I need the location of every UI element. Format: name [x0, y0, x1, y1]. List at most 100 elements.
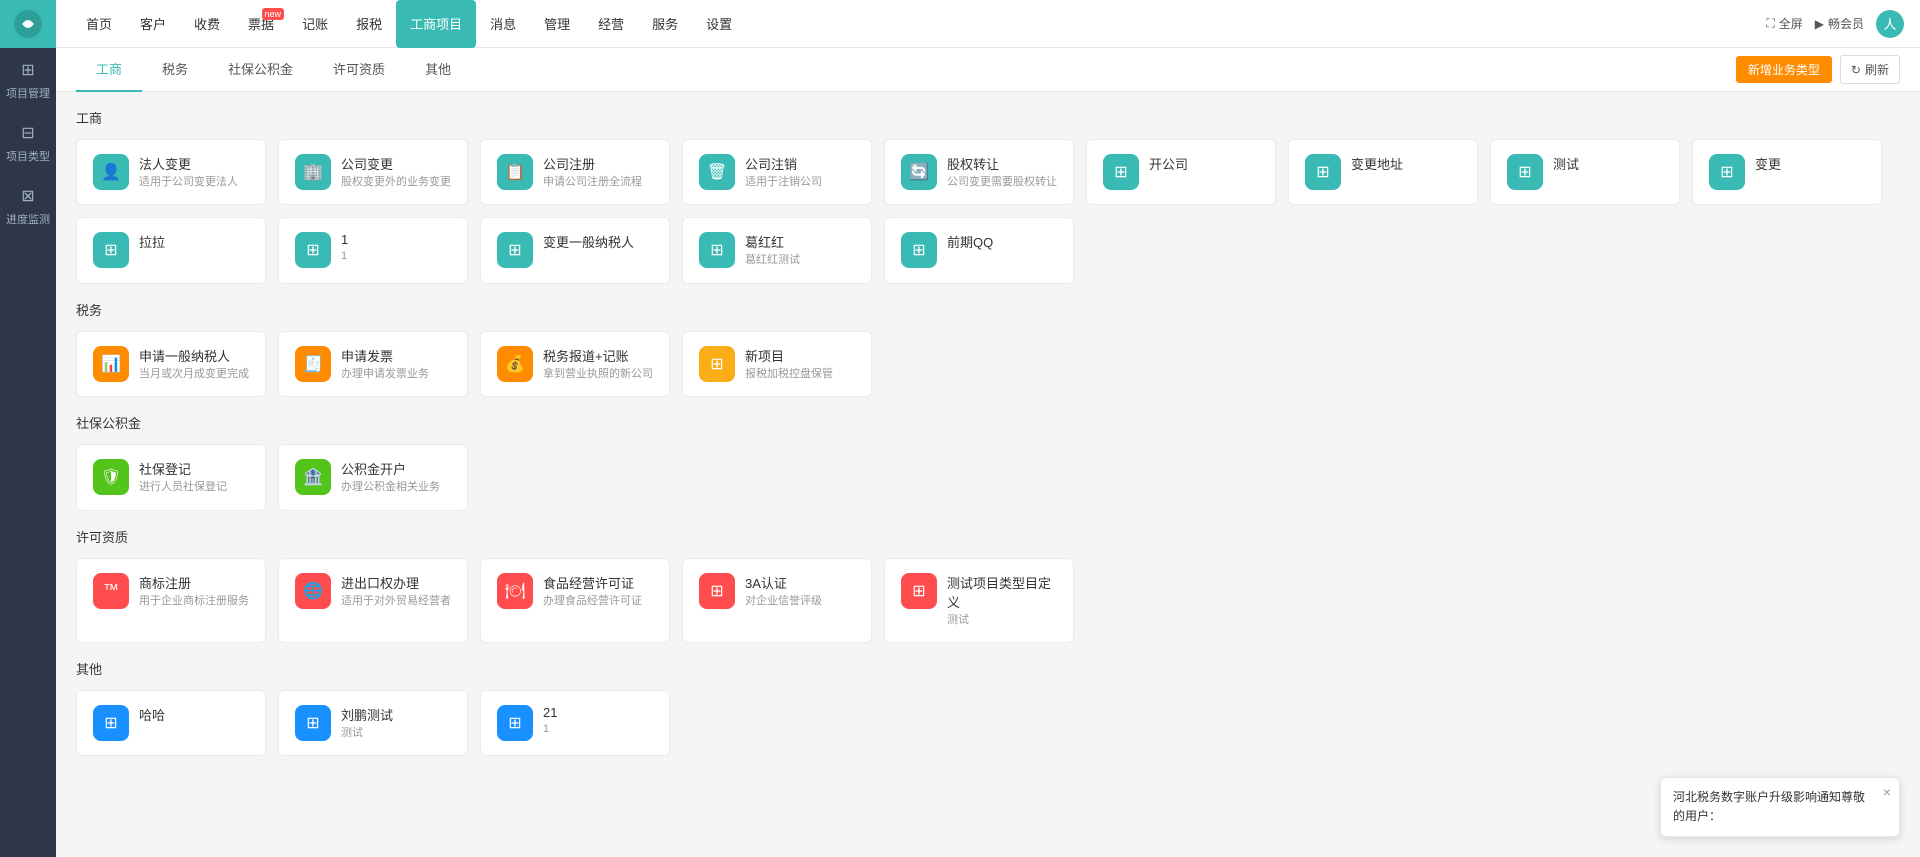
card-icon-food-license: 🍽 — [497, 573, 533, 609]
sidebar-item-progress-monitor[interactable]: ⊠ 进度监测 — [0, 174, 56, 237]
card-apply-taxpayer[interactable]: 📊 申请一般纳税人 当月或次月成变更完成 — [76, 331, 266, 397]
section-title-license: 许可资质 — [76, 527, 1900, 546]
other-cards: ⊞ 哈哈 ⊞ 刘鹏测试 测试 ⊞ — [76, 690, 1900, 756]
card-icon-company-register: 📋 — [497, 154, 533, 190]
tabs-bar: 工商 税务 社保公积金 许可资质 其他 新增业务类型 ↻ 刷新 — [56, 48, 1920, 92]
card-company-cancel[interactable]: 🗑 公司注销 适用于注销公司 — [682, 139, 872, 205]
bizwork-cards: 👤 法人变更 适用于公司变更法人 🏢 公司变更 股权变更外的业务变更 — [76, 139, 1900, 284]
page-content: 工商 👤 法人变更 适用于公司变更法人 🏢 公司变更 — [56, 92, 1920, 780]
card-icon-lala: ⊞ — [93, 232, 129, 268]
card-haha[interactable]: ⊞ 哈哈 — [76, 690, 266, 756]
notification-close[interactable]: × — [1883, 784, 1891, 800]
card-test-type-def[interactable]: ⊞ 测试项目类型目定义 测试 — [884, 558, 1074, 643]
tax-cards: 📊 申请一般纳税人 当月或次月成变更完成 🧾 申请发票 办理申请发票业务 — [76, 331, 1900, 397]
card-icon-haha: ⊞ — [93, 705, 129, 741]
topnav-finance[interactable]: 经营 — [584, 0, 638, 48]
card-icon-num1: ⊞ — [295, 232, 331, 268]
social-cards: 🛡 社保登记 进行人员社保登记 🏦 公积金开户 办理公积金相关业务 — [76, 444, 1900, 510]
card-icon-import-export: 🌐 — [295, 573, 331, 609]
topnav-ticket[interactable]: 票据 new — [234, 0, 288, 48]
license-cards: ™ 商标注册 用于企业商标注册服务 🌐 进出口权办理 适用于对外贸易经营者 — [76, 558, 1900, 643]
card-mohonghong[interactable]: ⊞ 葛红红 葛红红测试 — [682, 217, 872, 283]
project-mgmt-icon: ⊞ — [16, 58, 40, 82]
topnav-bizproject[interactable]: 工商项目 — [396, 0, 476, 48]
card-company-change[interactable]: 🏢 公司变更 股权变更外的业务变更 — [278, 139, 468, 205]
user-avatar[interactable]: 人 — [1876, 10, 1904, 38]
member-btn[interactable]: ▶ 畅会员 — [1815, 15, 1864, 32]
sidebar-logo[interactable] — [0, 0, 56, 48]
tab-other[interactable]: 其他 — [405, 48, 471, 92]
card-icon-new-project: ⊞ — [699, 346, 735, 382]
card-legal-change[interactable]: 👤 法人变更 适用于公司变更法人 — [76, 139, 266, 205]
sidebar-item-project-mgmt[interactable]: ⊞ 项目管理 — [0, 48, 56, 111]
tab-bizwork[interactable]: 工商 — [76, 48, 142, 92]
section-title-bizwork: 工商 — [76, 108, 1900, 127]
topnav-tax[interactable]: 报税 — [342, 0, 396, 48]
card-open-company[interactable]: ⊞ 开公司 — [1086, 139, 1276, 205]
tab-social[interactable]: 社保公积金 — [208, 48, 313, 92]
card-num1[interactable]: ⊞ 1 1 — [278, 217, 468, 283]
fullscreen-btn[interactable]: ⛶ 全屏 — [1766, 15, 1802, 32]
card-new-project[interactable]: ⊞ 新项目 报税加税控盘保管 — [682, 331, 872, 397]
topnav-billing[interactable]: 收费 — [180, 0, 234, 48]
notification-text: 河北税务数字账户升级影响通知尊敬的用户： — [1673, 788, 1887, 826]
notification-popup: × 河北税务数字账户升级影响通知尊敬的用户： — [1660, 777, 1900, 837]
card-icon-test: ⊞ — [1507, 154, 1543, 190]
card-import-export[interactable]: 🌐 进出口权办理 适用于对外贸易经营者 — [278, 558, 468, 643]
card-icon-liupeng: ⊞ — [295, 705, 331, 741]
card-change-address[interactable]: ⊞ 变更地址 — [1288, 139, 1478, 205]
card-food-license[interactable]: 🍽 食品经营许可证 办理食品经营许可证 — [480, 558, 670, 643]
topnav-home[interactable]: 首页 — [72, 0, 126, 48]
card-icon-legal-change: 👤 — [93, 154, 129, 190]
tab-tax[interactable]: 税务 — [142, 48, 208, 92]
topnav-message[interactable]: 消息 — [476, 0, 530, 48]
card-lala[interactable]: ⊞ 拉拉 — [76, 217, 266, 283]
card-equity-transfer[interactable]: 🔄 股权转让 公司变更需要股权转让 — [884, 139, 1074, 205]
tab-license[interactable]: 许可资质 — [313, 48, 405, 92]
topnav-customer[interactable]: 客户 — [126, 0, 180, 48]
sidebar: ⊞ 项目管理 ⊟ 项目类型 ⊠ 进度监测 — [0, 0, 56, 857]
card-tax-report-accounting[interactable]: 💰 税务报道+记账 拿到营业执照的新公司 — [480, 331, 670, 397]
topnav-right: ⛶ 全屏 ▶ 畅会员 人 — [1766, 10, 1904, 38]
topnav-settings[interactable]: 设置 — [692, 0, 746, 48]
card-icon-apply-invoice: 🧾 — [295, 346, 331, 382]
content-area: 工商 👤 法人变更 适用于公司变更法人 🏢 公司变更 — [56, 92, 1920, 857]
card-change-taxpayer[interactable]: ⊞ 变更一般纳税人 — [480, 217, 670, 283]
project-type-icon: ⊟ — [16, 121, 40, 145]
card-test[interactable]: ⊞ 测试 — [1490, 139, 1680, 205]
card-icon-change-address: ⊞ — [1305, 154, 1341, 190]
card-num21[interactable]: ⊞ 21 1 — [480, 690, 670, 756]
card-icon-social-register: 🛡 — [93, 459, 129, 495]
new-type-button[interactable]: 新增业务类型 — [1736, 56, 1832, 83]
card-icon-equity: 🔄 — [901, 154, 937, 190]
card-icon-test-type: ⊞ — [901, 573, 937, 609]
sidebar-item-project-type[interactable]: ⊟ 项目类型 — [0, 111, 56, 174]
card-apply-invoice[interactable]: 🧾 申请发票 办理申请发票业务 — [278, 331, 468, 397]
section-title-other: 其他 — [76, 659, 1900, 678]
card-icon-trademark: ™ — [93, 573, 129, 609]
main-area: 首页 客户 收费 票据 new 记账 报税 工商项目 消息 管理 经营 服务 设… — [56, 0, 1920, 857]
card-liupeng-test[interactable]: ⊞ 刘鹏测试 测试 — [278, 690, 468, 756]
topnav: 首页 客户 收费 票据 new 记账 报税 工商项目 消息 管理 经营 服务 设… — [56, 0, 1920, 48]
topnav-accounting[interactable]: 记账 — [288, 0, 342, 48]
card-company-register[interactable]: 📋 公司注册 申请公司注册全流程 — [480, 139, 670, 205]
refresh-icon: ↻ — [1851, 63, 1861, 77]
card-icon-company-change: 🏢 — [295, 154, 331, 190]
card-icon-open-company: ⊞ — [1103, 154, 1139, 190]
card-bianeng[interactable]: ⊞ 变更 — [1692, 139, 1882, 205]
card-icon-qianqi-qq: ⊞ — [901, 232, 937, 268]
card-3a-cert[interactable]: ⊞ 3A认证 对企业信誉评级 — [682, 558, 872, 643]
card-housing-fund[interactable]: 🏦 公积金开户 办理公积金相关业务 — [278, 444, 468, 510]
progress-icon: ⊠ — [16, 184, 40, 208]
topnav-service[interactable]: 服务 — [638, 0, 692, 48]
card-icon-mohonghong: ⊞ — [699, 232, 735, 268]
new-badge: new — [262, 8, 285, 20]
card-trademark[interactable]: ™ 商标注册 用于企业商标注册服务 — [76, 558, 266, 643]
topnav-manage[interactable]: 管理 — [530, 0, 584, 48]
card-qianqi-qq[interactable]: ⊞ 前期QQ — [884, 217, 1074, 283]
refresh-button[interactable]: ↻ 刷新 — [1840, 55, 1900, 84]
section-title-social: 社保公积金 — [76, 413, 1900, 432]
card-icon-tax-report: 💰 — [497, 346, 533, 382]
card-social-register[interactable]: 🛡 社保登记 进行人员社保登记 — [76, 444, 266, 510]
section-title-tax: 税务 — [76, 300, 1900, 319]
